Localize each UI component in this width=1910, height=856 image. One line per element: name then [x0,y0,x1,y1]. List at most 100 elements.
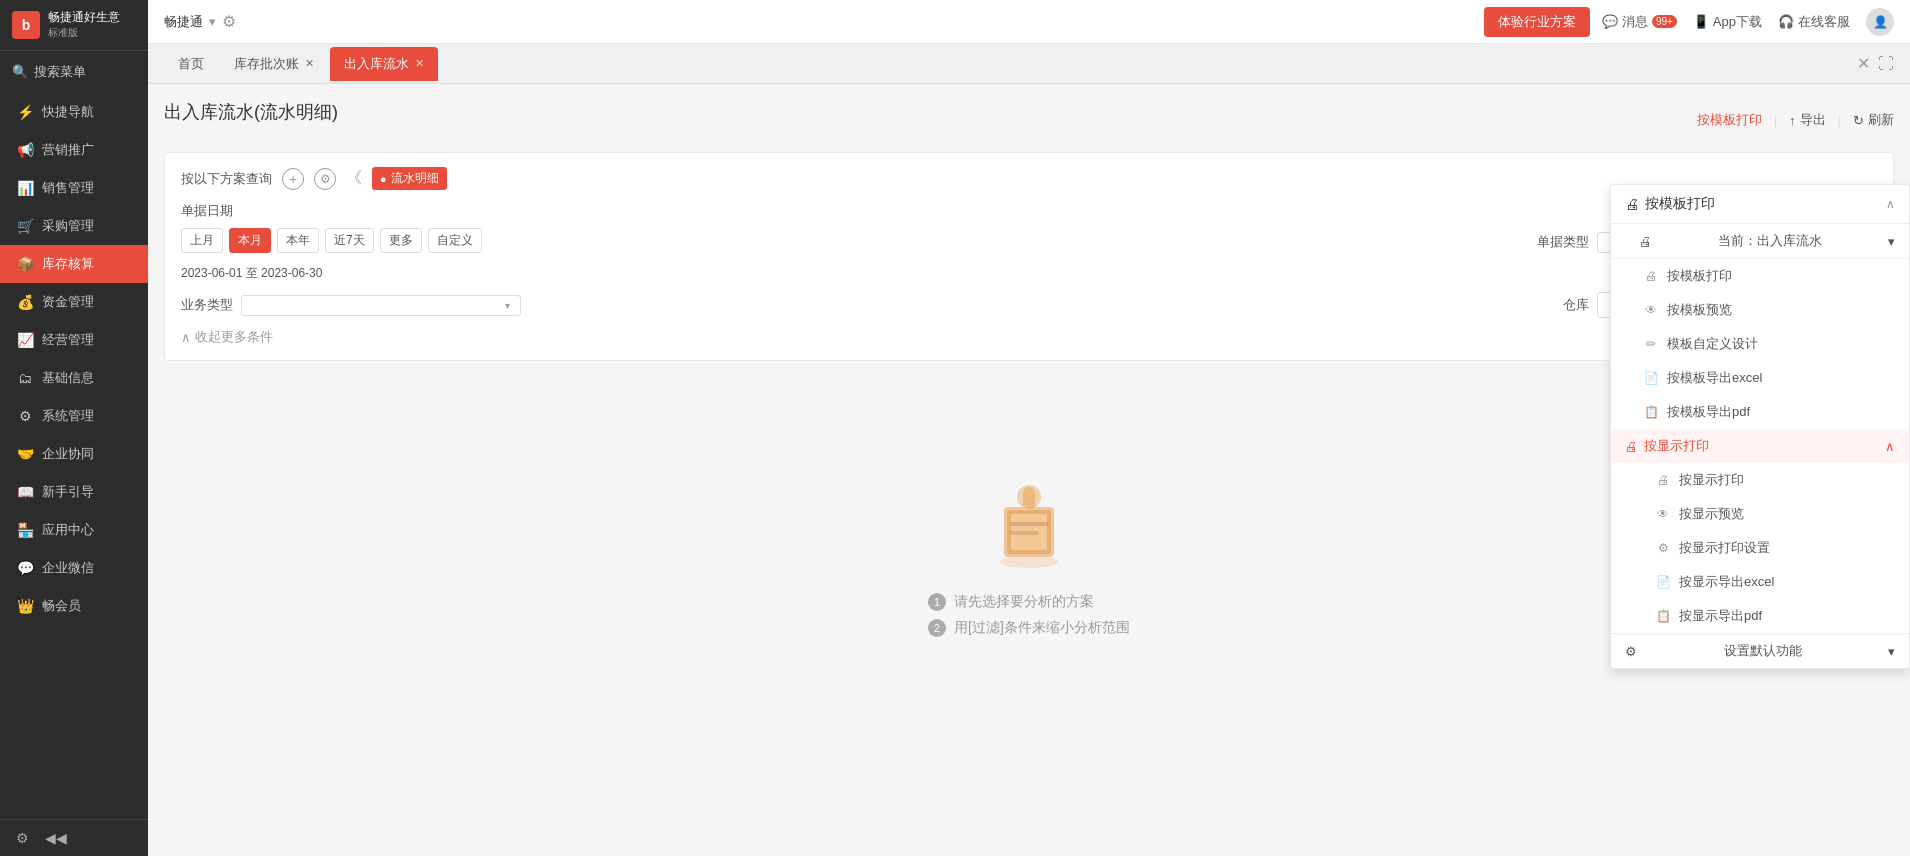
printer-small-icon: 🖨 [1639,234,1652,249]
sidebar-search[interactable]: 🔍 搜索菜单 [0,51,148,93]
filter-add-button[interactable]: + [282,168,304,190]
topbar-settings-icon[interactable]: ⚙ [222,12,236,31]
sidebar-item-guide[interactable]: 📖 新手引导 [0,473,148,511]
tab-close-inout-flow[interactable]: ✕ [415,57,424,70]
filter-active-tag[interactable]: ● 流水明细 [372,167,447,190]
tab-home[interactable]: 首页 [164,47,218,81]
search-menu-button[interactable]: 🔍 搜索菜单 [12,59,136,85]
sidebar-item-appstore[interactable]: 🏪 应用中心 [0,511,148,549]
display-preview-icon: 👁 [1655,506,1671,522]
appstore-icon: 🏪 [16,521,34,539]
warehouse-label: 仓库 [1563,296,1589,314]
quick-nav-icon: ⚡ [16,103,34,121]
sidebar-nav: ⚡ 快捷导航 📢 营销推广 📊 销售管理 🛒 采购管理 📦 库存核算 💰 资金管… [0,93,148,819]
filter-settings-button[interactable]: ⚙ [314,168,336,190]
print-dropdown-collapse-icon[interactable]: ∧ [1886,197,1895,211]
export-icon: ↑ [1789,113,1796,128]
print-display-header[interactable]: 🖨 按显示打印 ∧ [1611,429,1909,463]
date-label: 单据日期 [181,202,233,220]
date-last-month-btn[interactable]: 上月 [181,228,223,253]
print-dropdown-title: 🖨 按模板打印 [1625,195,1715,213]
print-display-header-label: 🖨 按显示打印 [1625,437,1709,455]
preview-icon: 👁 [1643,302,1659,318]
sidebar-item-finance[interactable]: 💰 资金管理 [0,283,148,321]
toolbar: 按模板打印 | ↑ 导出 | ↻ 刷新 [1697,111,1894,129]
sidebar-toggle-icon[interactable]: ◀◀ [45,830,67,846]
print-display-print-item[interactable]: 🖨 按显示打印 [1611,463,1909,497]
date-this-month-btn[interactable]: 本月 [229,228,271,253]
sidebar-settings-icon[interactable]: ⚙ [16,830,29,846]
step-1-number: 1 [928,593,946,611]
basic-icon: 🗂 [16,369,34,387]
marketing-icon: 📢 [16,141,34,159]
pdf-icon: 📋 [1643,404,1659,420]
sidebar-bottom: ⚙ ◀◀ [0,819,148,856]
chevron-up-icon: ∧ [181,330,191,345]
sidebar-item-purchase[interactable]: 🛒 采购管理 [0,207,148,245]
step-2-number: 2 [928,619,946,637]
topbar-right: 💬 消息 99+ 📱 App下载 🎧 在线客服 👤 [1602,8,1894,36]
filter-collapse-icon[interactable]: 《 [346,168,362,189]
date-this-year-btn[interactable]: 本年 [277,228,319,253]
system-icon: ⚙ [16,407,34,425]
tab-inventory-batch[interactable]: 库存批次账 ✕ [220,47,328,81]
sidebar-item-corp[interactable]: 🤝 企业协同 [0,435,148,473]
svg-point-0 [999,556,1059,568]
sidebar-item-marketing[interactable]: 📢 营销推广 [0,131,148,169]
refresh-button[interactable]: ↻ 刷新 [1853,111,1894,129]
tab-inout-flow[interactable]: 出入库流水 ✕ [330,47,438,81]
print-template-design-item[interactable]: ✏ 模板自定义设计 [1611,327,1909,361]
app-logo-icon: b [12,11,40,39]
tab-close-inventory-batch[interactable]: ✕ [305,57,314,70]
design-icon: ✏ [1643,336,1659,352]
print-display-excel-item[interactable]: 📄 按显示导出excel [1611,565,1909,599]
sidebar-item-quick-nav[interactable]: ⚡ 快捷导航 [0,93,148,131]
biz-type-label: 业务类型 [181,296,233,314]
topbar-app-button[interactable]: 📱 App下载 [1693,13,1762,31]
print-dropdown-header: 🖨 按模板打印 ∧ [1611,185,1909,224]
display-settings-icon: ⚙ [1655,540,1671,556]
biz-type-select[interactable]: ▾ [241,295,521,316]
tab-close-all-icon[interactable]: ✕ [1857,54,1870,73]
tab-fullscreen-icon[interactable]: ⛶ [1878,55,1894,73]
operation-icon: 📈 [16,331,34,349]
sidebar-item-inventory[interactable]: 📦 库存核算 [0,245,148,283]
topbar-user: 畅捷通 ▾ ⚙ [164,12,1472,31]
sidebar-item-system[interactable]: ⚙ 系统管理 [0,397,148,435]
print-button[interactable]: 按模板打印 [1697,111,1762,129]
display-header-arrow-icon[interactable]: ∧ [1885,439,1895,454]
print-template-pdf-item[interactable]: 📋 按模板导出pdf [1611,395,1909,429]
page-content: 出入库流水(流水明细) 按模板打印 | ↑ 导出 | ↻ 刷新 按以下方案查询 … [148,84,1910,856]
print-display-preview-item[interactable]: 👁 按显示预览 [1611,497,1909,531]
date-7days-btn[interactable]: 近7天 [325,228,374,253]
display-print-small-icon: 🖨 [1655,472,1671,488]
print-current-label: 🖨 当前：出入库流水 ▾ [1611,224,1909,259]
print-template-preview-item[interactable]: 👁 按模板预览 [1611,293,1909,327]
topbar-dropdown-icon[interactable]: ▾ [209,14,216,29]
topbar-message-button[interactable]: 💬 消息 99+ [1602,13,1677,31]
sidebar-item-operation[interactable]: 📈 经营管理 [0,321,148,359]
print-dropdown-footer[interactable]: ⚙ 设置默认功能 ▾ [1611,633,1909,668]
print-display-settings-item[interactable]: ⚙ 按显示打印设置 [1611,531,1909,565]
svg-rect-6 [1009,522,1049,526]
print-template-item[interactable]: 🖨 按模板打印 [1611,259,1909,293]
date-custom-btn[interactable]: 自定义 [428,228,482,253]
print-display-pdf-item[interactable]: 📋 按显示导出pdf [1611,599,1909,633]
sidebar-item-member[interactable]: 👑 畅会员 [0,587,148,625]
export-button[interactable]: ↑ 导出 [1789,111,1826,129]
print-template-excel-item[interactable]: 📄 按模板导出excel [1611,361,1909,395]
sidebar-item-wechat[interactable]: 💬 企业微信 [0,549,148,587]
sidebar-item-sales[interactable]: 📊 销售管理 [0,169,148,207]
member-icon: 👑 [16,597,34,615]
message-badge: 99+ [1652,15,1677,28]
current-dropdown-arrow[interactable]: ▾ [1888,234,1895,249]
page-title: 出入库流水(流水明细) [164,100,338,124]
sidebar-item-basic[interactable]: 🗂 基础信息 [0,359,148,397]
date-range-display: 2023-06-01 至 2023-06-30 [181,265,322,282]
trial-button[interactable]: 体验行业方案 [1484,7,1590,37]
finance-icon: 💰 [16,293,34,311]
topbar-service-button[interactable]: 🎧 在线客服 [1778,13,1850,31]
tab-bar: 首页 库存批次账 ✕ 出入库流水 ✕ ✕ ⛶ [148,44,1910,84]
date-more-btn[interactable]: 更多 [380,228,422,253]
topbar-avatar[interactable]: 👤 [1866,8,1894,36]
